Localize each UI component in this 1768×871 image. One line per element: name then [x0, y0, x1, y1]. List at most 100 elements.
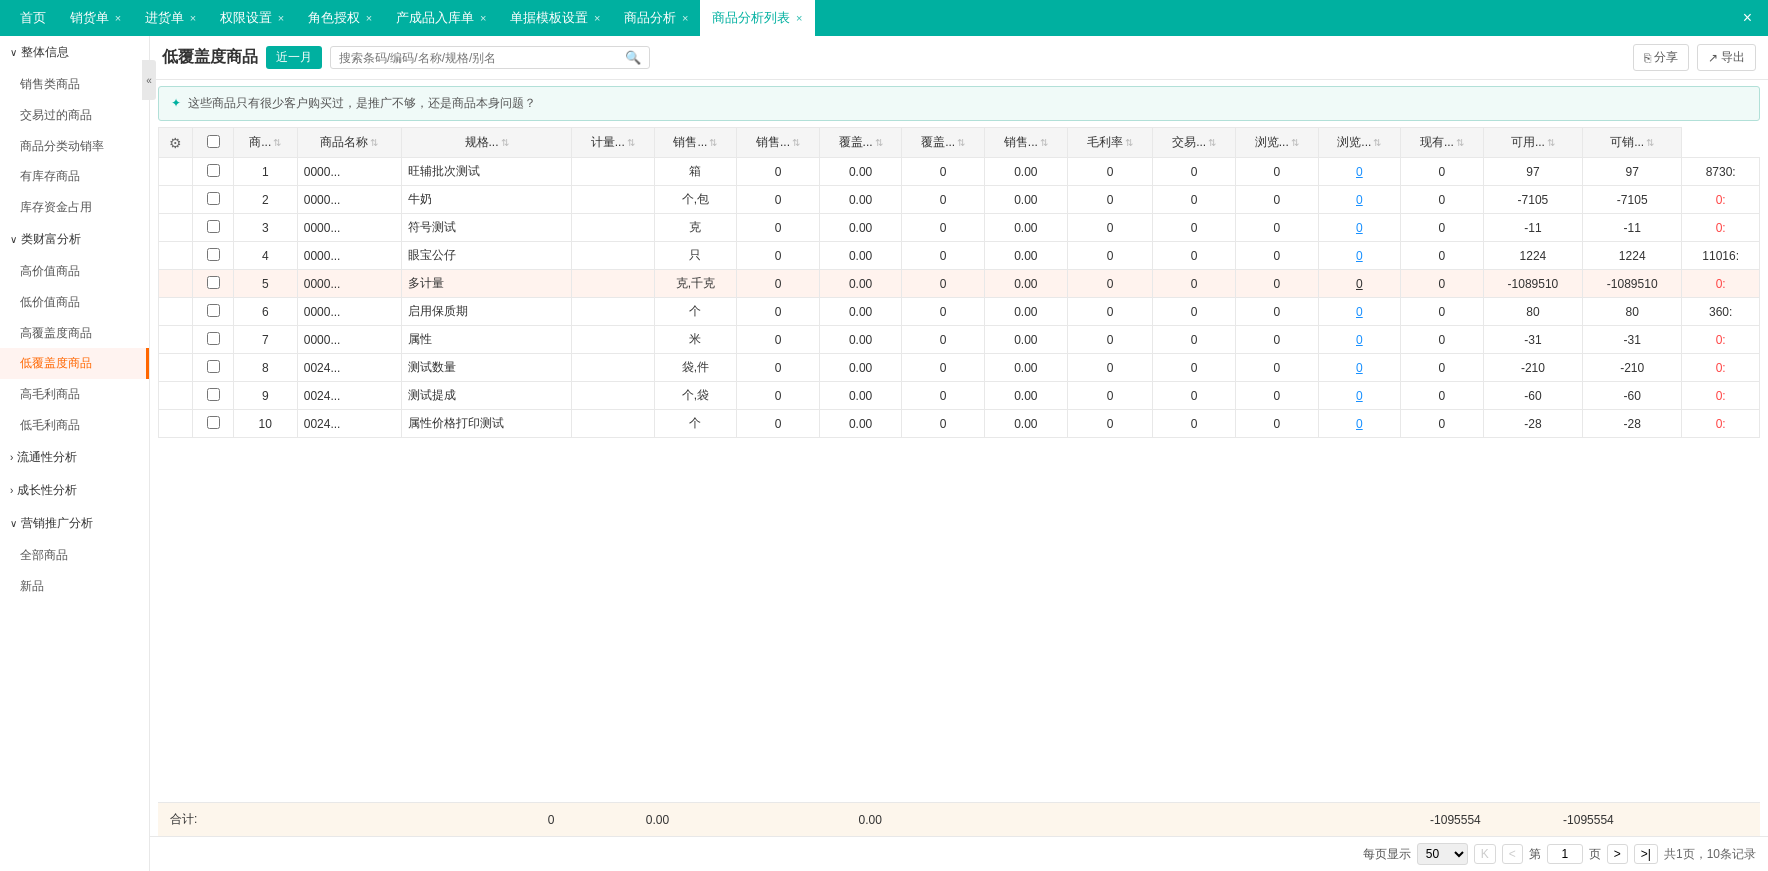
nav-goods-analysis-list[interactable]: 商品分析列表 ×: [700, 0, 814, 36]
cell-browse1-1[interactable]: 0: [1318, 186, 1401, 214]
sidebar-section-marketing[interactable]: ∨ 营销推广分析: [0, 507, 149, 540]
col-sales-amt[interactable]: 销售...⇅: [737, 128, 820, 158]
cell-checkbox-2[interactable]: [193, 214, 234, 242]
nav-goods-analysis-close[interactable]: ×: [682, 12, 688, 24]
nav-role-auth[interactable]: 角色授权 ×: [296, 0, 384, 36]
section-wealth-arrow: ∨: [10, 234, 17, 245]
cell-spec-0: [571, 158, 654, 186]
prev-page-button[interactable]: <: [1502, 844, 1523, 864]
cell-browse1-2[interactable]: 0: [1318, 214, 1401, 242]
cell-checkbox-9[interactable]: [193, 410, 234, 438]
sidebar-section-overall[interactable]: ∨ 整体信息: [0, 36, 149, 69]
nav-template-close[interactable]: ×: [594, 12, 600, 24]
col-browse2[interactable]: 浏览...⇅: [1318, 128, 1401, 158]
current-page-input[interactable]: [1547, 844, 1583, 864]
nav-production[interactable]: 产成品入库单 ×: [384, 0, 498, 36]
sidebar-item-all-goods[interactable]: 全部商品: [0, 540, 149, 571]
col-gross-rate[interactable]: 毛利率⇅: [1067, 128, 1153, 158]
col-trade[interactable]: 交易...⇅: [1153, 128, 1236, 158]
cell-checkbox-4[interactable]: [193, 270, 234, 298]
sidebar-item-high-margin[interactable]: 高毛利商品: [0, 379, 149, 410]
sidebar-section-growth[interactable]: › 成长性分析: [0, 474, 149, 507]
nav-sales-close[interactable]: ×: [115, 12, 121, 24]
cell-browse1-9[interactable]: 0: [1318, 410, 1401, 438]
search-input[interactable]: [339, 51, 625, 65]
cell-gross-4: 0: [1153, 270, 1236, 298]
sidebar-item-high-coverage[interactable]: 高覆盖度商品: [0, 318, 149, 349]
sidebar-item-traded-goods[interactable]: 交易过的商品: [0, 100, 149, 131]
nav-purchase[interactable]: 进货单 ×: [133, 0, 208, 36]
cell-checkbox-8[interactable]: [193, 382, 234, 410]
col-browse1[interactable]: 浏览...⇅: [1235, 128, 1318, 158]
page-size-select[interactable]: 50 100 200: [1417, 843, 1468, 865]
next-page-button[interactable]: >: [1607, 844, 1628, 864]
sidebar-section-wealth[interactable]: ∨ 类财富分析: [0, 223, 149, 256]
col-cover1[interactable]: 覆盖...⇅: [819, 128, 902, 158]
nav-role-auth-close[interactable]: ×: [366, 12, 372, 24]
first-page-button[interactable]: K: [1474, 844, 1496, 864]
cell-browse1-4[interactable]: 0: [1318, 270, 1401, 298]
col-sales3[interactable]: 销售...⇅: [985, 128, 1068, 158]
nav-home[interactable]: 首页: [8, 0, 58, 36]
col-code[interactable]: 商...⇅: [233, 128, 297, 158]
window-close-button[interactable]: ×: [1735, 9, 1760, 27]
sidebar-item-stock-fund[interactable]: 库存资金占用: [0, 192, 149, 223]
col-cover2[interactable]: 覆盖...⇅: [902, 128, 985, 158]
cell-browse1-5[interactable]: 0: [1318, 298, 1401, 326]
last-page-button[interactable]: >|: [1634, 844, 1658, 864]
sidebar-section-flow[interactable]: › 流通性分析: [0, 441, 149, 474]
cell-trade-2: 0: [1235, 214, 1318, 242]
col-spec[interactable]: 规格...⇅: [402, 128, 572, 158]
nav-template[interactable]: 单据模板设置 ×: [498, 0, 612, 36]
cell-browse1-3[interactable]: 0: [1318, 242, 1401, 270]
nav-purchase-close[interactable]: ×: [190, 12, 196, 24]
col-settings[interactable]: ⚙: [159, 128, 193, 158]
cell-checkbox-6[interactable]: [193, 326, 234, 354]
col-saleable[interactable]: 可销...⇅: [1583, 128, 1682, 158]
col-sales-qty[interactable]: 销售...⇅: [654, 128, 737, 158]
filter-recent-month-button[interactable]: 近一月: [266, 46, 322, 69]
sidebar-item-low-margin[interactable]: 低毛利商品: [0, 410, 149, 441]
table-row: 2 0000... 牛奶 个,包 0 0.00 0 0.00 0 0 0 0 0…: [159, 186, 1760, 214]
share-button[interactable]: ⎘ 分享: [1633, 44, 1689, 71]
cell-checkbox-3[interactable]: [193, 242, 234, 270]
col-available[interactable]: 可用...⇅: [1483, 128, 1582, 158]
cell-checkbox-5[interactable]: [193, 298, 234, 326]
sidebar-item-high-value[interactable]: 高价值商品: [0, 256, 149, 287]
info-banner: ✦ 这些商品只有很少客户购买过，是推广不够，还是商品本身问题？: [158, 86, 1760, 121]
cell-browse1-0[interactable]: 0: [1318, 158, 1401, 186]
sidebar-collapse-button[interactable]: «: [142, 60, 156, 100]
cell-browse1-7[interactable]: 0: [1318, 354, 1401, 382]
cell-browse1-6[interactable]: 0: [1318, 326, 1401, 354]
nav-goods-analysis-list-close[interactable]: ×: [796, 12, 802, 24]
settings-icon[interactable]: ⚙: [169, 135, 182, 151]
col-current[interactable]: 现有...⇅: [1401, 128, 1484, 158]
col-name[interactable]: 商品名称⇅: [297, 128, 401, 158]
cell-num-7: 8: [233, 354, 297, 382]
sidebar-item-low-value[interactable]: 低价值商品: [0, 287, 149, 318]
sidebar-item-new-goods[interactable]: 新品: [0, 571, 149, 602]
nav-goods-analysis[interactable]: 商品分析 ×: [612, 0, 700, 36]
cell-name-0: 旺辅批次测试: [402, 158, 572, 186]
sidebar-item-category-rate[interactable]: 商品分类动销率: [0, 131, 149, 162]
sidebar-item-sales-goods[interactable]: 销售类商品: [0, 69, 149, 100]
cell-browse1-8[interactable]: 0: [1318, 382, 1401, 410]
cell-num-3: 4: [233, 242, 297, 270]
col-unit[interactable]: 计量...⇅: [571, 128, 654, 158]
cell-browse2-7: 0: [1401, 354, 1484, 382]
nav-permission-close[interactable]: ×: [278, 12, 284, 24]
nav-production-close[interactable]: ×: [480, 12, 486, 24]
sidebar-item-in-stock[interactable]: 有库存商品: [0, 161, 149, 192]
cell-checkbox-7[interactable]: [193, 354, 234, 382]
select-all-checkbox[interactable]: [207, 135, 220, 148]
cell-checkbox-1[interactable]: [193, 186, 234, 214]
cell-gross-1: 0: [1153, 186, 1236, 214]
table-row: 6 0000... 启用保质期 个 0 0.00 0 0.00 0 0 0 0 …: [159, 298, 1760, 326]
sidebar-item-low-coverage[interactable]: 低覆盖度商品: [0, 348, 149, 379]
nav-permission[interactable]: 权限设置 ×: [208, 0, 296, 36]
cell-name-1: 牛奶: [402, 186, 572, 214]
nav-sales[interactable]: 销货单 ×: [58, 0, 133, 36]
cell-checkbox-0[interactable]: [193, 158, 234, 186]
export-button[interactable]: ↗ 导出: [1697, 44, 1756, 71]
cell-browse2-5: 0: [1401, 298, 1484, 326]
